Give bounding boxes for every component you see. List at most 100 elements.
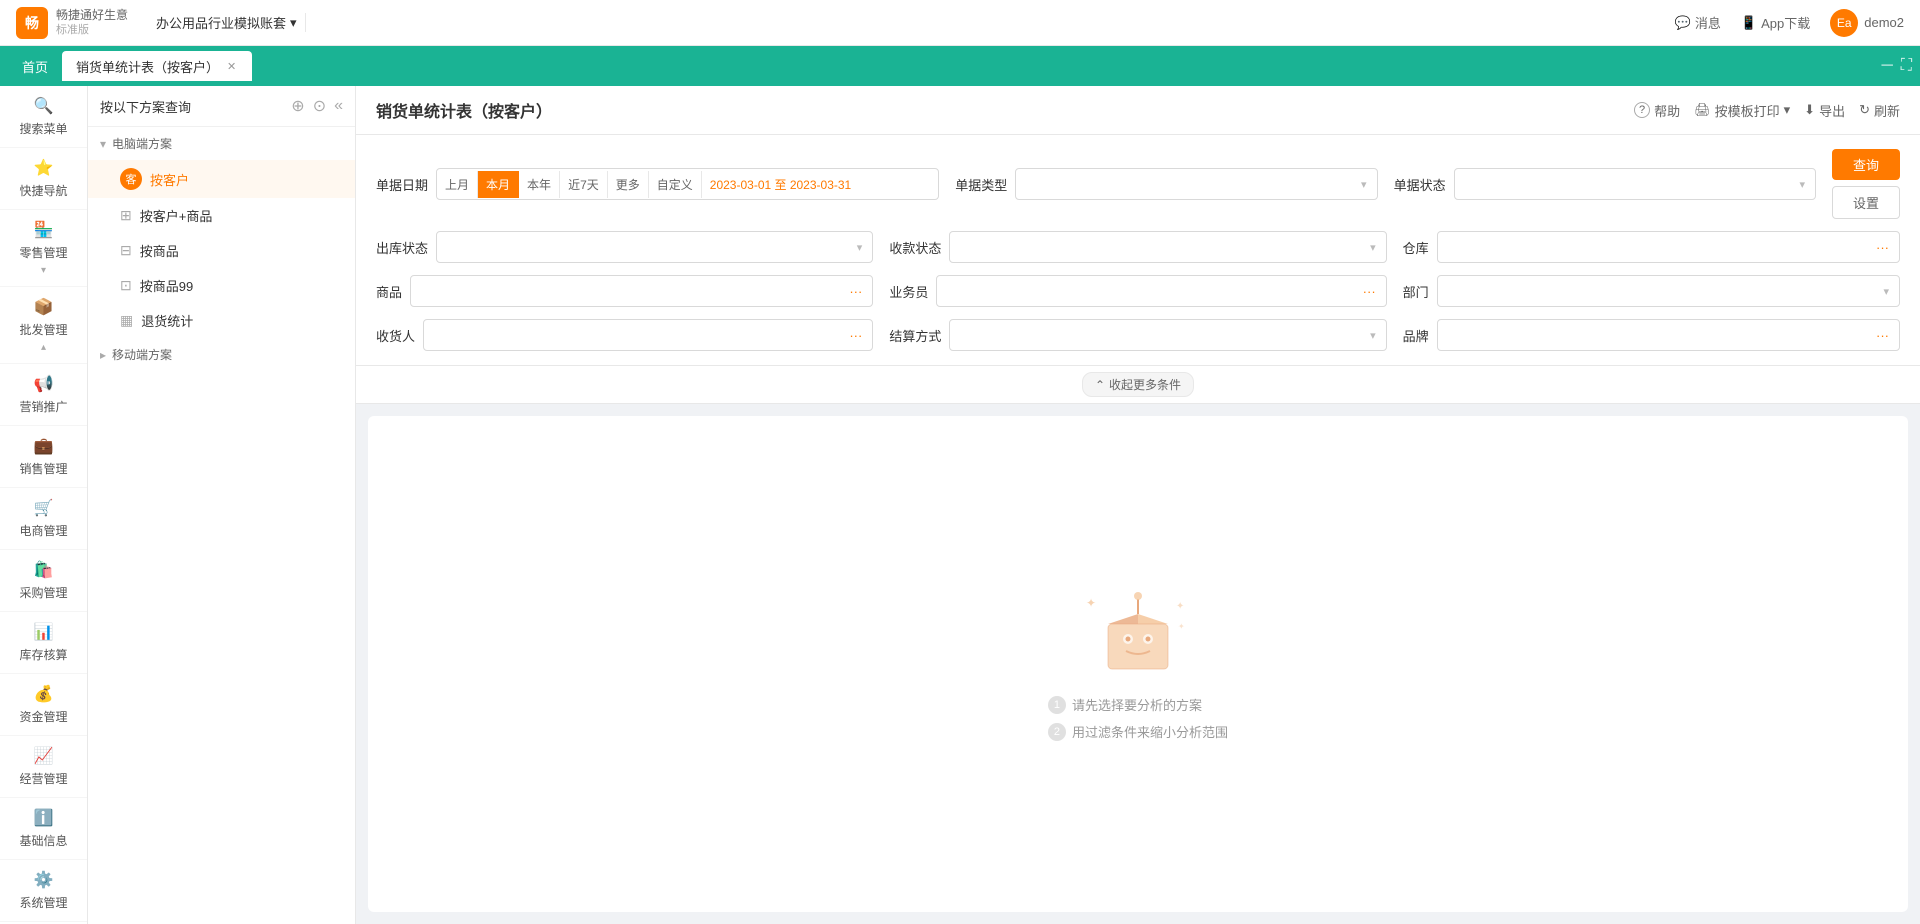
filter-row-2: 出库状态 收款状态 仓库	[376, 231, 1900, 263]
sidebar-item-inventory[interactable]: 📊 库存核算	[0, 612, 87, 674]
sidebar-item-label: 电商管理	[19, 522, 67, 539]
tree-node-by-customer-goods[interactable]: ⊞ 按客户+商品	[88, 198, 355, 233]
user-menu[interactable]: Ea demo2	[1830, 9, 1904, 37]
export-button[interactable]: ⬇ 导出	[1804, 101, 1845, 120]
node-label: 退货统计	[141, 311, 193, 330]
sidebar-item-operations[interactable]: 📈 经营管理	[0, 736, 87, 798]
sidebar-item-system[interactable]: ⚙️ 系统管理	[0, 860, 87, 922]
retail-icon: 🏪	[34, 220, 54, 240]
filter-item-out-status: 出库状态	[376, 231, 873, 263]
ecommerce-icon: 🛒	[34, 498, 54, 518]
dots-icon: ···	[1876, 240, 1889, 255]
date-btn-this-month[interactable]: 本月	[478, 171, 519, 198]
tab-expand-icon[interactable]: ⛶	[1901, 57, 1912, 75]
collapse-button[interactable]: ⌃ 收起更多条件	[1082, 372, 1194, 397]
download-icon: 📱	[1741, 15, 1757, 31]
sales-icon: 💼	[34, 436, 54, 456]
order-type-select[interactable]	[1015, 168, 1377, 200]
date-btn-7days[interactable]: 近7天	[560, 171, 608, 198]
sidebar-item-finance[interactable]: 💰 资金管理	[0, 674, 87, 736]
department-label: 部门	[1403, 282, 1429, 301]
sidebar-item-search-menu[interactable]: 🔍 搜索菜单	[0, 86, 87, 148]
template-print-button[interactable]: 🖨 按模板打印 ▾	[1694, 101, 1790, 120]
mobile-section-label[interactable]: ▸ 移动端方案	[88, 338, 355, 371]
arrow-up-icon: ▴	[41, 342, 46, 353]
finance-icon: 💰	[34, 684, 54, 704]
sidebar-item-retail[interactable]: 🏪 零售管理 ▾	[0, 210, 87, 287]
industry-selector[interactable]: 办公用品行业模拟账套 ▾	[148, 13, 306, 32]
date-filter[interactable]: 上月 本月 本年 近7天 更多 自定义 2023-03-01 至 2023-03…	[436, 168, 939, 200]
sidebar-item-label: 资金管理	[19, 708, 67, 725]
tab-home[interactable]: 首页	[8, 51, 62, 81]
tree-add-icon[interactable]: ⊕	[291, 96, 304, 116]
help-button[interactable]: ? 帮助	[1634, 101, 1680, 120]
tree-node-by-customer[interactable]: 客 按客户	[88, 160, 355, 198]
message-button[interactable]: 💬 消息	[1675, 13, 1721, 32]
department-select[interactable]	[1437, 275, 1900, 307]
filter-row-3: 商品 ··· 业务员 ··· 部门	[376, 275, 1900, 307]
sidebar-item-label: 零售管理	[19, 244, 67, 261]
warehouse-select[interactable]: ···	[1437, 231, 1900, 263]
export-icon: ⬇	[1804, 102, 1815, 118]
wholesale-icon: 📦	[34, 297, 54, 317]
header-right: 💬 消息 📱 App下载 Ea demo2	[1675, 9, 1904, 37]
page-title: 销货单统计表（按客户）	[376, 98, 552, 122]
query-button[interactable]: 查询	[1832, 149, 1900, 180]
date-btn-custom[interactable]: 自定义	[649, 171, 702, 198]
brand-select[interactable]: ···	[1437, 319, 1900, 351]
content-panel: 按以下方案查询 ⊕ ⊙ « ▾ 电脑端方案 客 按客户 ⊞ 按客户+商品	[88, 86, 1920, 924]
sidebar-item-marketing[interactable]: 📢 营销推广	[0, 364, 87, 426]
tree-header-title: 按以下方案查询	[100, 97, 191, 116]
section-title: 移动端方案	[112, 346, 172, 363]
tab-close-icon[interactable]: ✕	[225, 60, 238, 73]
app-download-button[interactable]: 📱 App下载	[1741, 13, 1810, 32]
tree-node-return-stats[interactable]: ▦ 退货统计	[88, 303, 355, 338]
salesperson-select[interactable]: ···	[936, 275, 1386, 307]
sidebar-item-label: 批发管理	[19, 321, 67, 338]
out-status-select[interactable]	[436, 231, 873, 263]
refresh-button[interactable]: ↻ 刷新	[1859, 101, 1900, 120]
tab-bar: 首页 销货单统计表（按客户） ✕ ─ ⛶	[0, 46, 1920, 86]
tab-sales-stat[interactable]: 销货单统计表（按客户） ✕	[62, 51, 252, 81]
message-icon: 💬	[1675, 15, 1691, 31]
goods-label: 商品	[376, 282, 402, 301]
goods-select[interactable]: ···	[410, 275, 873, 307]
sidebar-item-purchase[interactable]: 🛍️ 采购管理	[0, 550, 87, 612]
empty-state: ✦ ✦ ✦ 1 请先选择要分析的方案 2 用过滤条件来缩小分析范围	[368, 416, 1908, 912]
tab-minimize-icon[interactable]: ─	[1881, 57, 1892, 75]
order-status-select[interactable]	[1454, 168, 1816, 200]
tree-panel: 按以下方案查询 ⊕ ⊙ « ▾ 电脑端方案 客 按客户 ⊞ 按客户+商品	[88, 86, 356, 924]
tree-node-by-goods[interactable]: ⊟ 按商品	[88, 233, 355, 268]
sidebar-item-label: 搜索菜单	[19, 120, 67, 137]
sidebar-item-wholesale[interactable]: 📦 批发管理 ▴	[0, 287, 87, 364]
operations-icon: 📈	[34, 746, 54, 766]
tree-settings-icon[interactable]: ⊙	[313, 96, 326, 116]
sidebar-item-basic-info[interactable]: ℹ️ 基础信息	[0, 798, 87, 860]
pc-section-label[interactable]: ▾ 电脑端方案	[88, 127, 355, 160]
sidebar-item-quick-nav[interactable]: ⭐ 快捷导航	[0, 148, 87, 210]
sidebar-item-ecommerce[interactable]: 🛒 电商管理	[0, 488, 87, 550]
receipt-status-select[interactable]	[949, 231, 1386, 263]
grid-icon: ⊞	[120, 207, 132, 224]
node-label: 按客户	[150, 170, 189, 189]
chevron-down-icon	[1361, 178, 1367, 191]
date-btn-last-month[interactable]: 上月	[437, 171, 478, 198]
node-label: 按商品99	[140, 276, 193, 295]
filter-item-warehouse: 仓库 ···	[1403, 231, 1900, 263]
receiver-select[interactable]: ···	[423, 319, 873, 351]
tree-header: 按以下方案查询 ⊕ ⊙ «	[88, 86, 355, 127]
tree-node-by-goods-99[interactable]: ⊡ 按商品99	[88, 268, 355, 303]
sidebar-item-label: 销售管理	[19, 460, 67, 477]
sidebar-item-sales[interactable]: 💼 销售管理	[0, 426, 87, 488]
node-label: 按商品	[140, 241, 179, 260]
help-icon: ?	[1634, 102, 1650, 118]
settings-button[interactable]: 设置	[1832, 186, 1900, 219]
home-tab-label: 首页	[22, 57, 48, 76]
settlement-select[interactable]	[949, 319, 1386, 351]
grid3-icon: ⊡	[120, 277, 132, 294]
tree-collapse-icon[interactable]: «	[334, 97, 343, 115]
date-btn-this-year[interactable]: 本年	[519, 171, 560, 198]
marketing-icon: 📢	[34, 374, 54, 394]
date-btn-more[interactable]: 更多	[608, 171, 649, 198]
collapse-label: 收起更多条件	[1109, 376, 1181, 393]
